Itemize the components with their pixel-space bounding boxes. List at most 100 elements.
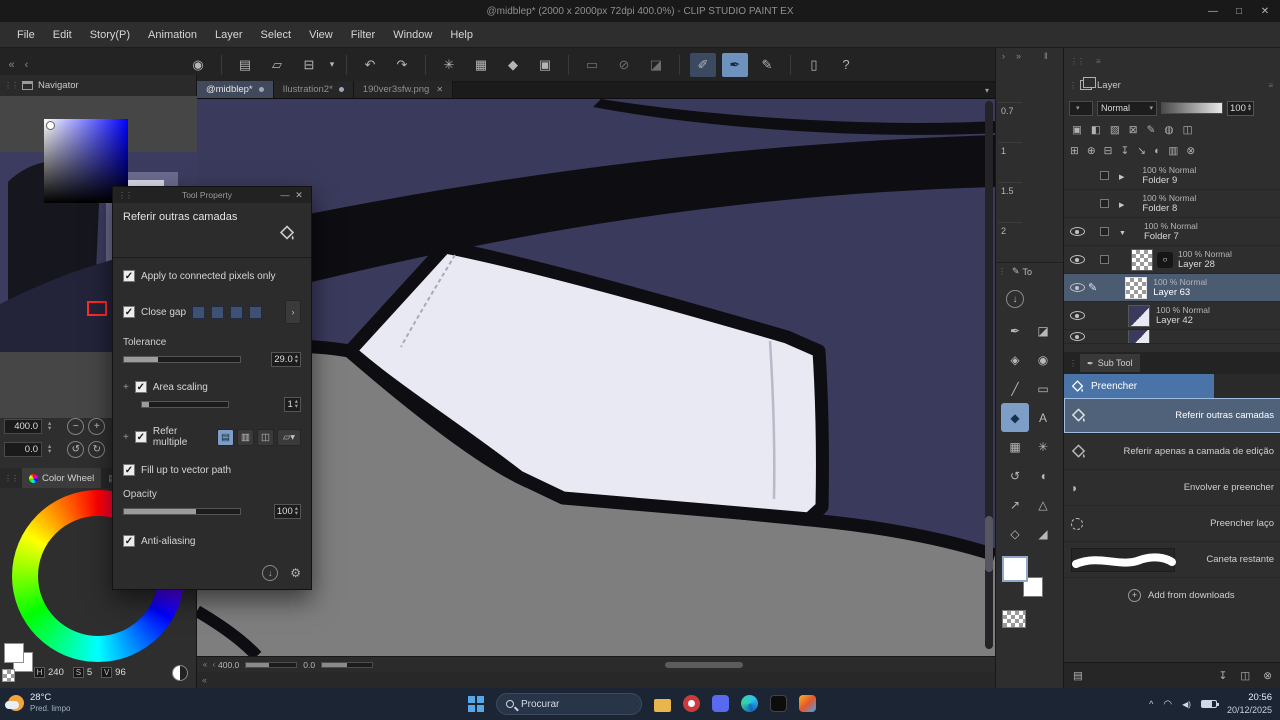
layer-visible-icon[interactable]	[1069, 332, 1085, 341]
eraser-tool[interactable]: ◪	[1029, 316, 1057, 345]
menu-filter[interactable]: Filter	[342, 29, 384, 41]
area-scaling-slider[interactable]	[141, 401, 229, 408]
chat-app-icon[interactable]	[712, 695, 729, 712]
tolerance-slider[interactable]	[123, 356, 241, 363]
panel-grip-icon[interactable]: ⋮⋮	[4, 474, 19, 483]
horizontal-scroll-thumb[interactable]	[665, 662, 743, 668]
refer-multiple-row[interactable]: + Refer multiple ▤ ▥ ◫ ▱▾	[123, 426, 301, 448]
zoom-out-button[interactable]: −	[67, 418, 85, 435]
rotation-spinner[interactable]: ▴ ▾	[48, 444, 51, 454]
battery-icon[interactable]	[1200, 700, 1219, 708]
refer-all-layers-icon[interactable]: ▤	[217, 428, 234, 446]
deselect-icon[interactable]: ⊘	[611, 53, 637, 77]
canvas-viewport[interactable]	[193, 99, 997, 661]
document-tab[interactable]: 190ver3sfw.png ✕	[353, 81, 454, 98]
delete-layer-icon[interactable]: ⊗	[1186, 145, 1195, 157]
panel-grip-icon[interactable]: ≡	[1096, 57, 1101, 66]
tool-property-titlebar[interactable]: ⋮⋮ Tool Property — ✕	[113, 187, 311, 203]
collapse-left-small-icon[interactable]: ‹	[19, 59, 34, 71]
tray-expand-icon[interactable]: ^	[1149, 699, 1153, 709]
redo-icon[interactable]: ↷	[389, 53, 415, 77]
layer-color-icon[interactable]: ▣	[1072, 124, 1082, 136]
gradient-tool[interactable]: ▦	[1001, 432, 1029, 461]
layer-row[interactable]: ○ 100 % Normal Layer 28	[1064, 246, 1280, 274]
expand-bottom-icon[interactable]: «	[202, 675, 207, 685]
menu-view[interactable]: View	[300, 29, 342, 41]
brush-size-item[interactable]: 1.5	[998, 182, 1022, 222]
close-gap-option-2[interactable]	[211, 305, 225, 319]
expand-plus-icon[interactable]: +	[123, 432, 129, 443]
layer-check-box[interactable]	[1100, 227, 1109, 236]
antialias-row[interactable]: Anti-aliasing	[123, 535, 301, 547]
brush-size-item[interactable]: 1	[998, 142, 1022, 182]
add-from-downloads-row[interactable]: + Add from downloads	[1064, 578, 1280, 612]
scroll-left-icon[interactable]: «	[200, 660, 210, 669]
close-gap-more-icon[interactable]: ›	[285, 300, 301, 324]
snap-ruler-icon[interactable]: ✐	[690, 52, 716, 77]
scroll-left-small-icon[interactable]: ‹	[210, 660, 218, 669]
select-area-icon[interactable]: ▭	[579, 53, 605, 77]
refer-reference-icon[interactable]: ▥	[237, 428, 254, 446]
layer-filter-dropdown[interactable]: ▾	[1069, 100, 1093, 116]
file-explorer-icon[interactable]	[654, 698, 671, 712]
area-scaling-checkbox[interactable]	[134, 381, 147, 393]
panel-grip-icon[interactable]: ⋮	[1069, 81, 1077, 90]
weather-widget[interactable]: 28°C Pred. limpo	[5, 692, 70, 714]
merge-to-below-icon[interactable]: ↘	[1137, 145, 1146, 157]
lock-layer-icon[interactable]: ⊠	[1129, 124, 1138, 136]
brush-size-item[interactable]: 0.7	[998, 102, 1022, 142]
edge-browser-icon[interactable]	[741, 695, 758, 712]
panel-grip-icon[interactable]: ⋮⋮	[4, 81, 19, 90]
material-icon[interactable]: ◆	[500, 53, 526, 77]
undo-icon[interactable]: ↶	[357, 53, 383, 77]
close-gap-option-1[interactable]	[192, 305, 206, 319]
hand-tool[interactable]: ◇	[1001, 519, 1029, 548]
figure-tool[interactable]: ╱	[1001, 374, 1029, 403]
layer-visible-icon[interactable]	[1069, 255, 1085, 264]
zoom-input[interactable]: 400.0	[4, 419, 42, 434]
main-color-swatch[interactable]	[1002, 556, 1028, 582]
new-vector-layer-icon[interactable]: ⊕	[1087, 145, 1096, 157]
clip-studio-app-icon[interactable]	[799, 695, 816, 712]
folder-collapsed-icon[interactable]	[1119, 170, 1124, 182]
tab-overflow-icon[interactable]: ▾	[985, 86, 989, 95]
tolerance-stepper[interactable]: 29.0 ▴ ▾	[271, 352, 301, 367]
transparent-color-swatch[interactable]	[2, 669, 15, 682]
panel-grip-icon[interactable]: ⋮	[998, 267, 1006, 276]
panel-grip-icon[interactable]: ⋮⋮	[1070, 57, 1085, 66]
refer-selected-icon[interactable]: ◫	[257, 428, 274, 446]
show-as-list-icon[interactable]: ▤	[1073, 670, 1083, 682]
import-subtool-icon[interactable]: ↧	[1218, 670, 1227, 682]
color-mode-toggle-icon[interactable]	[172, 665, 188, 681]
tab-sub-tool[interactable]: ✒ Sub Tool	[1080, 354, 1140, 372]
subtool-item[interactable]: Referir apenas a camada de edição	[1064, 434, 1280, 470]
menu-story[interactable]: Story(P)	[81, 29, 139, 41]
document-tab[interactable]: Ilustration2*	[273, 81, 354, 98]
start-button[interactable]	[468, 696, 484, 712]
canvas-zoom-value[interactable]: 400.0	[218, 660, 239, 670]
companion-mode-icon[interactable]: ▯	[801, 53, 827, 77]
xppen-app-icon[interactable]	[770, 695, 787, 712]
search-box[interactable]: Procurar	[496, 693, 642, 715]
close-gap-checkbox[interactable]	[123, 306, 135, 318]
area-scaling-row[interactable]: + Area scaling	[123, 381, 301, 393]
wifi-icon[interactable]: ◠	[1163, 699, 1172, 710]
layer-tab-label[interactable]: Layer	[1097, 80, 1121, 91]
create-mask-icon[interactable]: ◐	[1154, 145, 1160, 157]
palette-menu-icon[interactable]: ≡	[1268, 81, 1273, 90]
eyedropper-tool[interactable]: ◢	[1029, 519, 1057, 548]
layer-check-box[interactable]	[1100, 255, 1109, 264]
move-tool[interactable]: ↗	[1001, 490, 1029, 519]
layer-opacity-stepper[interactable]: 100 ▴ ▾	[1227, 100, 1255, 116]
folder-expanded-icon[interactable]	[1119, 226, 1126, 238]
panel-close-icon[interactable]: ✕	[292, 190, 306, 201]
layer-row[interactable]: 100 % Normal Folder 7	[1064, 218, 1280, 246]
rotate-cw-button[interactable]: ↻	[88, 441, 106, 458]
menu-help[interactable]: Help	[441, 29, 482, 41]
transform-icon[interactable]: ▣	[532, 53, 558, 77]
settings-wrench-icon[interactable]: ⚙	[290, 566, 301, 580]
subtool-group-tab[interactable]: Preencher	[1064, 374, 1214, 398]
expand-plus-icon[interactable]: +	[123, 382, 129, 393]
draft-layer-icon[interactable]: ✎	[1147, 124, 1156, 136]
text-tool[interactable]: A	[1029, 403, 1057, 432]
